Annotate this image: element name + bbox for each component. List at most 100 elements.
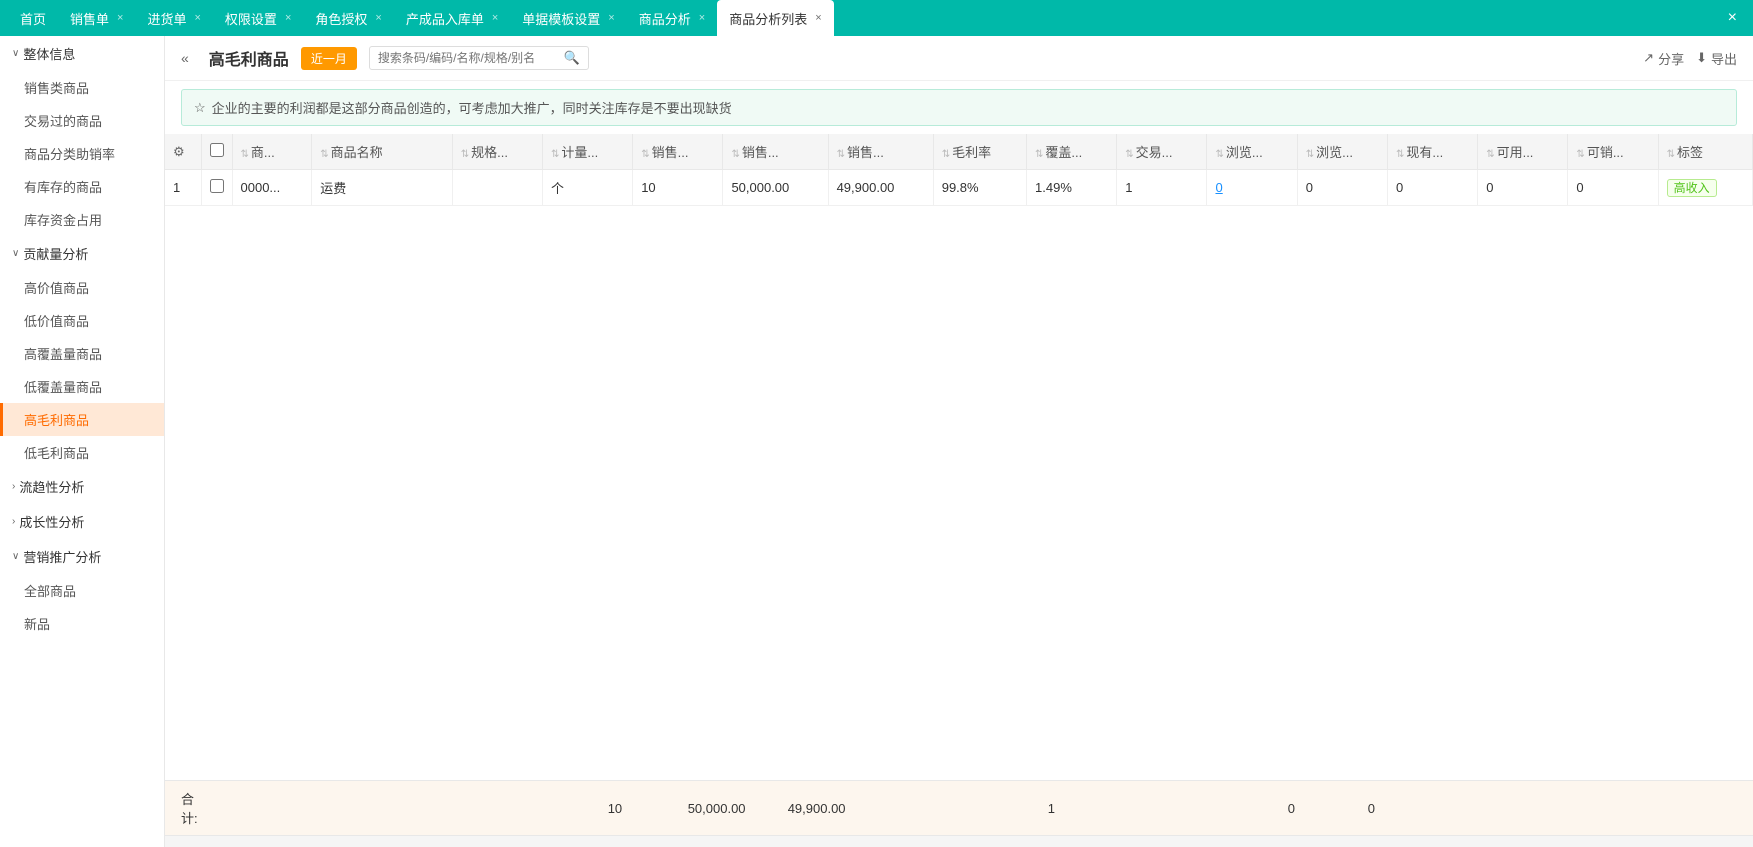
page-title: 高毛利商品 bbox=[209, 46, 289, 70]
col-saleable[interactable]: ⇅可销... bbox=[1568, 134, 1658, 170]
sidebar-item-low-coverage-label: 低覆盖量商品 bbox=[24, 380, 102, 395]
row-checkbox[interactable] bbox=[210, 179, 224, 193]
nav-tab-sales[interactable]: 销售单 × bbox=[58, 0, 135, 36]
col-settings[interactable]: ⚙ bbox=[165, 134, 201, 170]
sidebar-group-marketing-label: 营销推广分析 bbox=[23, 547, 101, 566]
col-unit[interactable]: ⇅计量... bbox=[542, 134, 632, 170]
share-button[interactable]: ↗ 分享 bbox=[1643, 49, 1684, 68]
col-sales-net[interactable]: ⇅销售... bbox=[828, 134, 933, 170]
row-browse1[interactable]: 0 bbox=[1207, 170, 1297, 206]
col-code[interactable]: ⇅商... bbox=[232, 134, 312, 170]
col-tag-label: 标签 bbox=[1677, 145, 1703, 160]
sidebar-item-category-rate[interactable]: 商品分类助销率 bbox=[0, 137, 164, 170]
collapse-sidebar-button[interactable]: « bbox=[181, 50, 189, 66]
col-coverage[interactable]: ⇅覆盖... bbox=[1027, 134, 1117, 170]
close-all-button[interactable]: × bbox=[1720, 9, 1745, 27]
table-footer: 合计: 10 50,000.00 49,900.00 1 0 0 bbox=[165, 780, 1753, 835]
nav-tab-permission-label: 权限设置 bbox=[225, 9, 277, 28]
horizontal-scrollbar[interactable] bbox=[165, 835, 1753, 847]
nav-tab-analysis-close[interactable]: × bbox=[699, 12, 705, 24]
sidebar-item-new-goods-label: 新品 bbox=[24, 617, 50, 632]
sidebar-group-overall[interactable]: ∨ 整体信息 bbox=[0, 36, 164, 71]
search-box[interactable]: 🔍 bbox=[369, 46, 589, 70]
col-saleable-label: 可销... bbox=[1587, 145, 1624, 160]
nav-tab-sales-close[interactable]: × bbox=[117, 12, 123, 24]
col-sales-qty-label: 销售... bbox=[652, 145, 689, 160]
col-name-label: 商品名称 bbox=[331, 145, 383, 160]
settings-icon[interactable]: ⚙ bbox=[173, 144, 185, 159]
sidebar-group-flow[interactable]: › 流趋性分析 bbox=[0, 469, 164, 504]
col-coverage-label: 覆盖... bbox=[1045, 145, 1082, 160]
nav-tab-purchase[interactable]: 进货单 × bbox=[135, 0, 212, 36]
sidebar-item-low-value[interactable]: 低价值商品 bbox=[0, 304, 164, 337]
col-browse2[interactable]: ⇅浏览... bbox=[1297, 134, 1387, 170]
table-container[interactable]: ⚙ ⇅商... ⇅商品名称 ⇅规格... ⇅计量... ⇅销售... ⇅销售..… bbox=[165, 134, 1753, 780]
col-sales-amount[interactable]: ⇅销售... bbox=[723, 134, 828, 170]
col-checkbox bbox=[201, 134, 232, 170]
nav-tab-permission[interactable]: 权限设置 × bbox=[213, 0, 303, 36]
sidebar-item-low-coverage[interactable]: 低覆盖量商品 bbox=[0, 370, 164, 403]
sidebar-item-traded-goods[interactable]: 交易过的商品 bbox=[0, 104, 164, 137]
search-icon[interactable]: 🔍 bbox=[564, 50, 580, 66]
col-spec[interactable]: ⇅规格... bbox=[452, 134, 542, 170]
row-unit: 个 bbox=[542, 170, 632, 206]
nav-tab-analysis-label: 商品分析 bbox=[639, 9, 691, 28]
col-browse1[interactable]: ⇅浏览... bbox=[1207, 134, 1297, 170]
sidebar-group-marketing[interactable]: ∨ 营销推广分析 bbox=[0, 539, 164, 574]
nav-tab-inventory[interactable]: 产成品入库单 × bbox=[394, 0, 510, 36]
col-name[interactable]: ⇅商品名称 bbox=[312, 134, 452, 170]
sidebar-item-high-value[interactable]: 高价值商品 bbox=[0, 271, 164, 304]
sidebar-item-low-margin[interactable]: 低毛利商品 bbox=[0, 436, 164, 469]
col-gross-margin[interactable]: ⇅毛利率 bbox=[933, 134, 1026, 170]
nav-tab-sales-label: 销售单 bbox=[70, 9, 109, 28]
nav-tab-template-close[interactable]: × bbox=[608, 12, 614, 24]
sidebar-item-in-stock[interactable]: 有库存的商品 bbox=[0, 170, 164, 203]
col-tag[interactable]: ⇅标签 bbox=[1658, 134, 1752, 170]
col-sales-qty[interactable]: ⇅销售... bbox=[633, 134, 723, 170]
nav-tab-purchase-close[interactable]: × bbox=[194, 12, 200, 24]
sidebar-item-sales-goods[interactable]: 销售类商品 bbox=[0, 71, 164, 104]
nav-tab-permission-close[interactable]: × bbox=[285, 12, 291, 24]
nav-tab-analysis[interactable]: 商品分析 × bbox=[627, 0, 717, 36]
sidebar-item-low-value-label: 低价值商品 bbox=[24, 314, 89, 329]
top-nav: 首页 销售单 × 进货单 × 权限设置 × 角色授权 × 产成品入库单 × 单据… bbox=[0, 0, 1753, 36]
nav-tab-role[interactable]: 角色授权 × bbox=[303, 0, 393, 36]
sort-icon-browse2: ⇅ bbox=[1306, 149, 1314, 160]
col-current-stock[interactable]: ⇅现有... bbox=[1387, 134, 1477, 170]
nav-tab-analysis-list-close[interactable]: × bbox=[815, 12, 821, 24]
row-browse1-link[interactable]: 0 bbox=[1215, 180, 1222, 195]
row-index: 1 bbox=[165, 170, 201, 206]
nav-tab-template[interactable]: 单据模板设置 × bbox=[510, 0, 626, 36]
sidebar-group-contribution[interactable]: ∨ 贡献量分析 bbox=[0, 236, 164, 271]
sidebar-item-high-margin[interactable]: 高毛利商品 bbox=[0, 403, 164, 436]
sidebar-item-high-coverage-label: 高覆盖量商品 bbox=[24, 347, 102, 362]
sidebar-item-high-coverage[interactable]: 高覆盖量商品 bbox=[0, 337, 164, 370]
filter-month-button[interactable]: 近一月 bbox=[301, 47, 357, 70]
nav-tab-inventory-close[interactable]: × bbox=[492, 12, 498, 24]
row-sales-amount: 50,000.00 bbox=[723, 170, 828, 206]
row-spec bbox=[452, 170, 542, 206]
main-layout: ∨ 整体信息 销售类商品 交易过的商品 商品分类助销率 有库存的商品 库存资金占… bbox=[0, 36, 1753, 847]
col-available[interactable]: ⇅可用... bbox=[1478, 134, 1568, 170]
search-input[interactable] bbox=[378, 51, 564, 65]
nav-tab-home[interactable]: 首页 bbox=[8, 0, 58, 36]
info-icon: ☆ bbox=[194, 100, 206, 116]
sidebar-item-new-goods[interactable]: 新品 bbox=[0, 607, 164, 640]
sidebar-item-all-goods[interactable]: 全部商品 bbox=[0, 574, 164, 607]
export-button[interactable]: ⬇ 导出 bbox=[1696, 49, 1737, 68]
nav-tab-role-close[interactable]: × bbox=[375, 12, 381, 24]
sort-icon-spec: ⇅ bbox=[461, 149, 469, 160]
sidebar-group-growth[interactable]: › 成长性分析 bbox=[0, 504, 164, 539]
nav-tab-analysis-list[interactable]: 商品分析列表 × bbox=[717, 0, 833, 36]
content-area: « 高毛利商品 近一月 🔍 ↗ 分享 ⬇ 导出 ☆ 企业的主要的利润都是这部 bbox=[165, 36, 1753, 847]
nav-tab-home-label: 首页 bbox=[20, 9, 46, 28]
sort-icon-trade: ⇅ bbox=[1125, 149, 1133, 160]
flow-arrow-icon: › bbox=[12, 481, 15, 492]
col-browse1-label: 浏览... bbox=[1226, 145, 1263, 160]
row-sales-qty: 10 bbox=[633, 170, 723, 206]
select-all-checkbox[interactable] bbox=[210, 143, 224, 157]
col-trade[interactable]: ⇅交易... bbox=[1117, 134, 1207, 170]
sidebar: ∨ 整体信息 销售类商品 交易过的商品 商品分类助销率 有库存的商品 库存资金占… bbox=[0, 36, 165, 847]
sort-icon-coverage: ⇅ bbox=[1035, 149, 1043, 160]
sidebar-item-stock-capital[interactable]: 库存资金占用 bbox=[0, 203, 164, 236]
